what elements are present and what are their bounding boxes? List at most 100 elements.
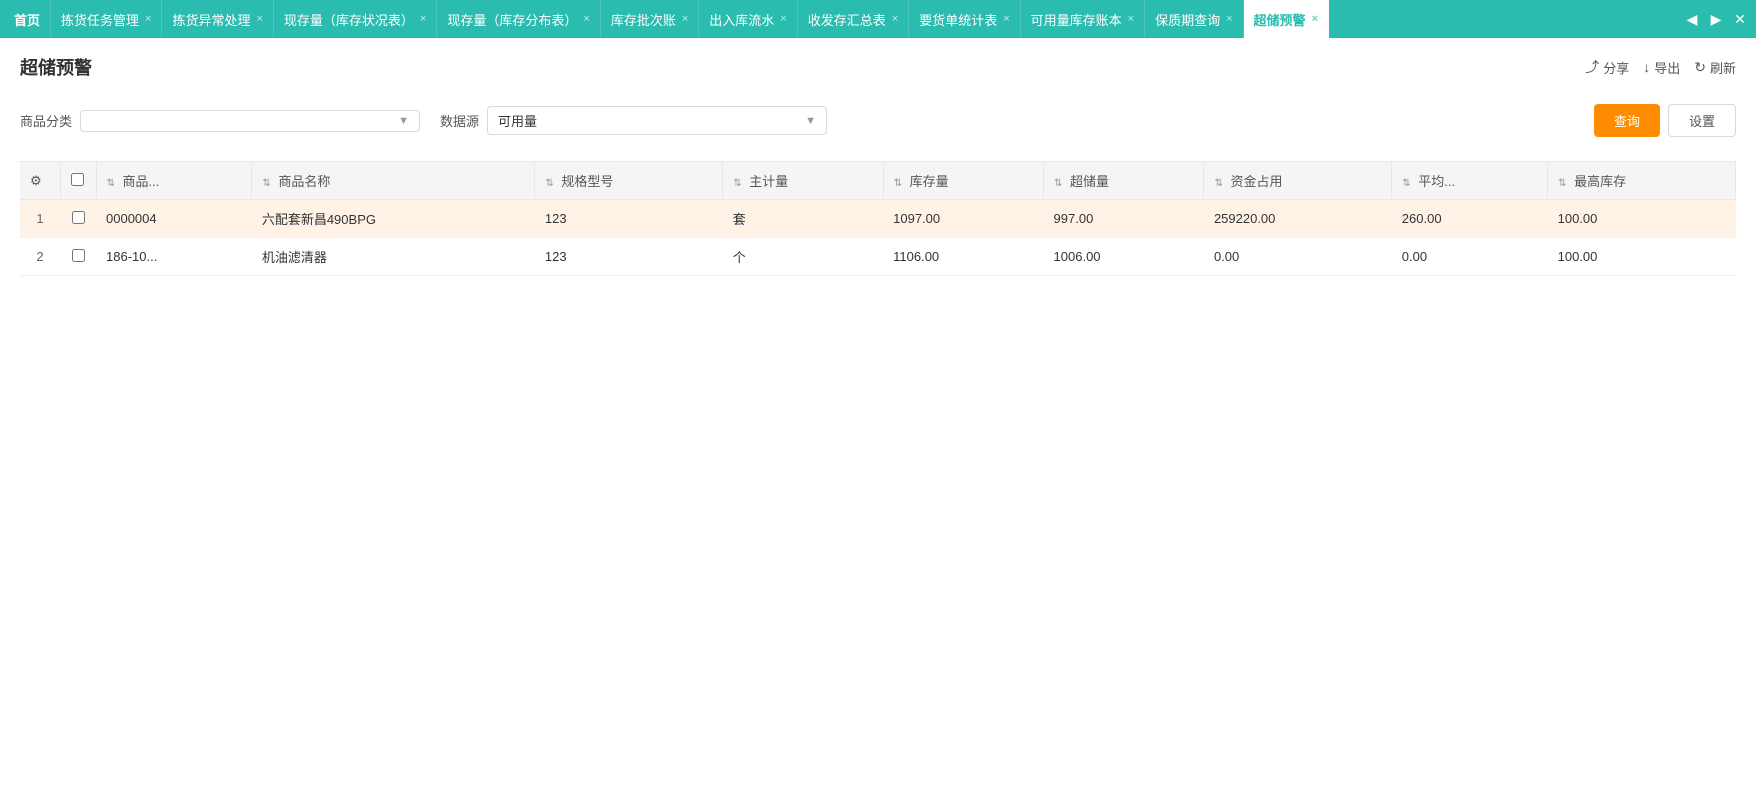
- col-spec-header: ⇅ 规格型号: [535, 162, 723, 200]
- table-gear-icon[interactable]: ⚙: [30, 173, 42, 188]
- close-exception-icon[interactable]: ×: [256, 13, 262, 25]
- close-expiry-icon[interactable]: ×: [1226, 13, 1232, 25]
- row-checkbox-cell: [60, 238, 96, 276]
- nav-task[interactable]: 拣货任务管理 ×: [51, 0, 162, 38]
- datasource-filter-group: 数据源 可用量 ▼: [440, 106, 827, 135]
- row-index: 1: [20, 200, 60, 238]
- category-label: 商品分类: [20, 111, 72, 130]
- datasource-select[interactable]: 可用量 ▼: [487, 106, 827, 135]
- nav-available[interactable]: 可用量库存账本 ×: [1021, 0, 1145, 38]
- cell-product-name: 六配套新昌490BPG: [252, 200, 535, 238]
- table-body: 1 0000004 六配套新昌490BPG 123 套 1097.00 997.…: [20, 200, 1736, 276]
- cell-capital: 259220.00: [1204, 200, 1392, 238]
- nav-next-arrow[interactable]: ▶: [1704, 0, 1728, 38]
- row-checkbox-cell: [60, 200, 96, 238]
- data-table: ⚙ ⇅ 商品... ⇅ 商品名称 ⇅ 规格型号 ⇅: [20, 161, 1736, 276]
- cell-max-stock: 100.00: [1548, 238, 1736, 276]
- page-title: 超储预警: [20, 54, 92, 80]
- col-max-stock-header: ⇅ 最高库存: [1548, 162, 1736, 200]
- export-icon: ↓: [1643, 59, 1650, 75]
- top-navigation: 首页 拣货任务管理 × 拣货异常处理 × 现存量（库存状况表） × 现存量（库存…: [0, 0, 1756, 38]
- cell-product-name: 机油滤清器: [252, 238, 535, 276]
- nav-home[interactable]: 首页: [4, 0, 51, 38]
- cell-avg: 260.00: [1392, 200, 1548, 238]
- nav-exception[interactable]: 拣货异常处理 ×: [162, 0, 273, 38]
- sort-product-code-icon[interactable]: ⇅: [107, 178, 115, 189]
- datasource-label: 数据源: [440, 111, 479, 130]
- row-index: 2: [20, 238, 60, 276]
- col-capital-header: ⇅ 资金占用: [1204, 162, 1392, 200]
- table-row: 1 0000004 六配套新昌490BPG 123 套 1097.00 997.…: [20, 200, 1736, 238]
- close-available-icon[interactable]: ×: [1128, 13, 1134, 25]
- col-checkbox-header: [60, 162, 96, 200]
- close-flow-icon[interactable]: ×: [780, 13, 786, 25]
- nav-order-stats[interactable]: 要货单统计表 ×: [909, 0, 1020, 38]
- cell-avg: 0.00: [1392, 238, 1548, 276]
- col-unit-header: ⇅ 主计量: [723, 162, 883, 200]
- nav-overstock[interactable]: 超储预警 ×: [1244, 0, 1329, 38]
- row-checkbox[interactable]: [72, 211, 85, 224]
- col-stock-header: ⇅ 库存量: [883, 162, 1043, 200]
- close-order-stats-icon[interactable]: ×: [1003, 13, 1009, 25]
- col-gear-header: ⚙: [20, 162, 60, 200]
- cell-overstock: 1006.00: [1044, 238, 1204, 276]
- cell-stock: 1097.00: [883, 200, 1043, 238]
- datasource-select-value: 可用量: [498, 111, 537, 130]
- cell-capital: 0.00: [1204, 238, 1392, 276]
- nav-summary[interactable]: 收发存汇总表 ×: [798, 0, 909, 38]
- close-summary-icon[interactable]: ×: [892, 13, 898, 25]
- cell-overstock: 997.00: [1044, 200, 1204, 238]
- row-checkbox[interactable]: [72, 249, 85, 262]
- sort-spec-icon[interactable]: ⇅: [545, 178, 553, 189]
- col-product-name-header: ⇅ 商品名称: [252, 162, 535, 200]
- sort-avg-icon[interactable]: ⇅: [1402, 178, 1410, 189]
- col-product-code-header: ⇅ 商品...: [96, 162, 252, 200]
- refresh-action[interactable]: ↻ 刷新: [1694, 58, 1736, 77]
- table-header-row: ⚙ ⇅ 商品... ⇅ 商品名称 ⇅ 规格型号 ⇅: [20, 162, 1736, 200]
- close-stock-status-icon[interactable]: ×: [420, 13, 426, 25]
- page-header: 超储预警 ⤴ 分享 ↓ 导出 ↻ 刷新: [20, 54, 1736, 80]
- close-batch-icon[interactable]: ×: [682, 13, 688, 25]
- sort-product-name-icon[interactable]: ⇅: [262, 178, 270, 189]
- nav-close-all-arrow[interactable]: ✕: [1728, 0, 1752, 38]
- share-action[interactable]: ⤴ 分享: [1585, 57, 1629, 77]
- header-actions: ⤴ 分享 ↓ 导出 ↻ 刷新: [1585, 57, 1736, 77]
- sort-max-stock-icon[interactable]: ⇅: [1558, 178, 1566, 189]
- datasource-chevron-icon: ▼: [805, 115, 816, 127]
- close-overstock-icon[interactable]: ×: [1312, 13, 1318, 25]
- select-all-checkbox[interactable]: [71, 173, 84, 186]
- col-avg-header: ⇅ 平均...: [1392, 162, 1548, 200]
- query-button[interactable]: 查询: [1594, 104, 1660, 137]
- page-content: 超储预警 ⤴ 分享 ↓ 导出 ↻ 刷新 商品分类 ▼ 数据源: [0, 38, 1756, 800]
- cell-max-stock: 100.00: [1548, 200, 1736, 238]
- share-icon: ⤴: [1585, 57, 1599, 77]
- sort-stock-icon[interactable]: ⇅: [894, 178, 902, 189]
- sort-capital-icon[interactable]: ⇅: [1214, 178, 1222, 189]
- sort-unit-icon[interactable]: ⇅: [733, 178, 741, 189]
- cell-product-code: 186-10...: [96, 238, 252, 276]
- cell-unit: 个: [723, 238, 883, 276]
- export-action[interactable]: ↓ 导出: [1643, 58, 1680, 77]
- nav-expiry[interactable]: 保质期查询 ×: [1145, 0, 1243, 38]
- table-row: 2 186-10... 机油滤清器 123 个 1106.00 1006.00 …: [20, 238, 1736, 276]
- nav-stock-dist[interactable]: 现存量（库存分布表） ×: [437, 0, 600, 38]
- nav-flow[interactable]: 出入库流水 ×: [699, 0, 797, 38]
- filter-actions: 查询 设置: [1594, 104, 1736, 137]
- category-chevron-icon: ▼: [398, 115, 409, 127]
- sort-overstock-icon[interactable]: ⇅: [1054, 178, 1062, 189]
- cell-spec: 123: [535, 238, 723, 276]
- nav-batch[interactable]: 库存批次账 ×: [601, 0, 699, 38]
- cell-stock: 1106.00: [883, 238, 1043, 276]
- refresh-icon: ↻: [1694, 59, 1706, 76]
- nav-stock-status[interactable]: 现存量（库存状况表） ×: [274, 0, 437, 38]
- col-overstock-header: ⇅ 超储量: [1044, 162, 1204, 200]
- filter-row: 商品分类 ▼ 数据源 可用量 ▼ 查询 设置: [20, 94, 1736, 147]
- settings-button[interactable]: 设置: [1668, 104, 1736, 137]
- nav-prev-arrow[interactable]: ◀: [1680, 0, 1704, 38]
- close-stock-dist-icon[interactable]: ×: [583, 13, 589, 25]
- close-task-icon[interactable]: ×: [145, 13, 151, 25]
- category-filter-group: 商品分类 ▼: [20, 110, 420, 132]
- cell-product-code: 0000004: [96, 200, 252, 238]
- category-select[interactable]: ▼: [80, 110, 420, 132]
- cell-unit: 套: [723, 200, 883, 238]
